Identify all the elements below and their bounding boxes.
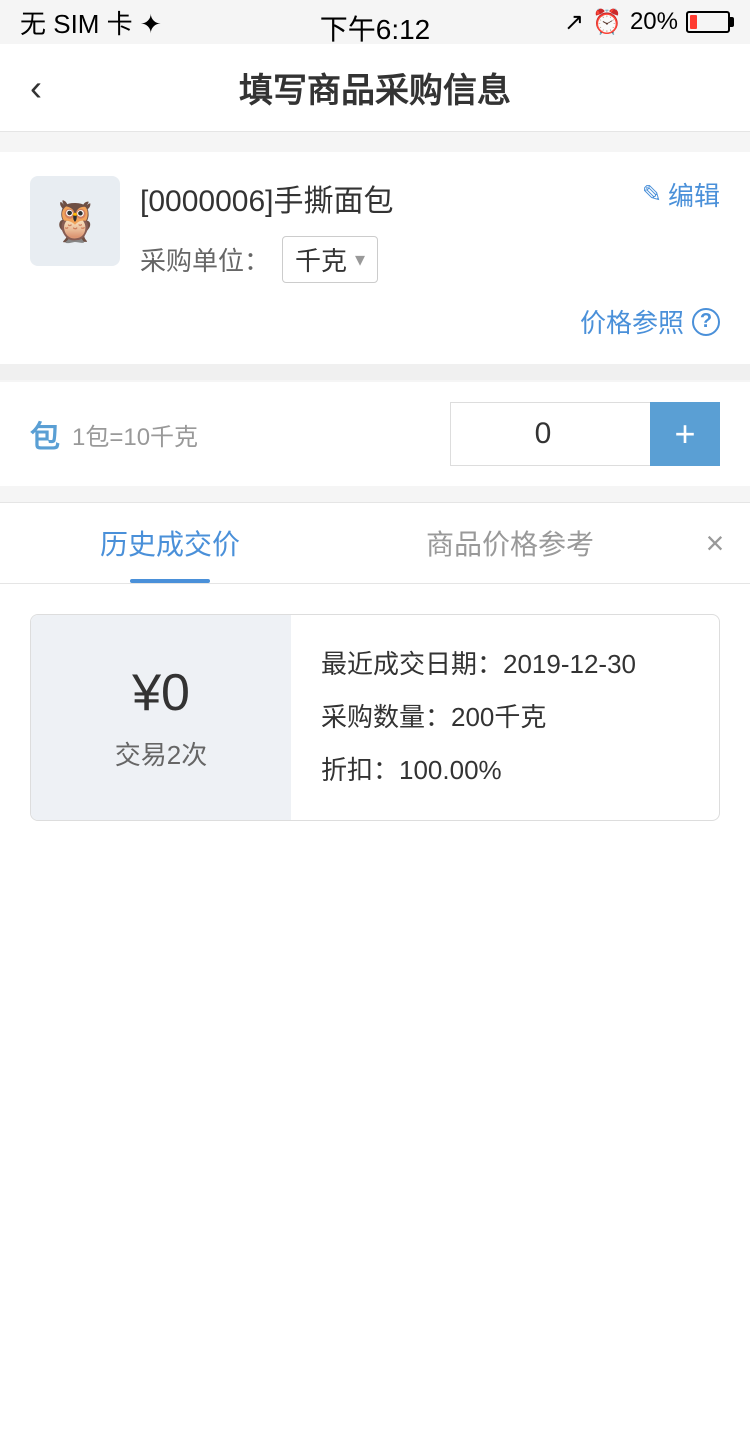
product-logo-icon: 🦉	[50, 198, 100, 245]
edit-button[interactable]: ✎ 编辑	[642, 176, 720, 213]
price-card-left: ¥0 交易2次	[31, 615, 291, 820]
battery-icon	[686, 11, 730, 33]
battery-percent: 20%	[630, 8, 678, 36]
bottom-panel: 历史成交价 商品价格参考 × ¥0 交易2次 最近成交日期：2019-12-30	[0, 502, 750, 851]
chevron-down-icon: ▾	[355, 247, 365, 272]
info-icon[interactable]: ?	[692, 308, 720, 336]
price-value: ¥0	[132, 663, 190, 723]
purchase-qty-label: 采购数量：	[321, 702, 451, 732]
product-info: [0000006]手撕面包 采购单位： 千克 ▾	[140, 176, 642, 283]
purchase-qty-value: 200千克	[451, 702, 546, 732]
purchase-qty-row: 采购数量：200千克	[321, 698, 689, 737]
section-divider	[0, 364, 750, 380]
price-ref-row: 价格参照 ?	[30, 303, 720, 340]
price-ref-link[interactable]: 价格参照	[580, 303, 684, 340]
quantity-row: 包 1包=10千克 +	[30, 382, 720, 486]
sim-status: 无 SIM 卡 ✦	[20, 4, 162, 41]
back-button[interactable]: ‹	[20, 57, 52, 119]
nav-bar: ‹ 填写商品采购信息	[0, 44, 750, 132]
product-card: 🦉 [0000006]手撕面包 采购单位： 千克 ▾ ✎ 编辑 价格参照 ?	[0, 152, 750, 364]
quantity-right: +	[450, 402, 720, 466]
quantity-input[interactable]	[451, 417, 650, 451]
unit-value: 千克	[295, 241, 347, 278]
edit-label: 编辑	[668, 176, 720, 213]
trade-count: 交易2次	[115, 735, 207, 772]
quantity-left: 包 1包=10千克	[30, 412, 198, 456]
tab-bar: 历史成交价 商品价格参考 ×	[0, 503, 750, 584]
tab-close-button[interactable]: ×	[680, 503, 750, 583]
main-content-area	[0, 851, 750, 1451]
product-unit-row: 采购单位： 千克 ▾	[140, 236, 642, 283]
page-title: 填写商品采购信息	[239, 63, 511, 112]
nav-arrow-icon: ↗	[564, 8, 584, 37]
quantity-add-button[interactable]: +	[650, 402, 720, 466]
close-icon: ×	[706, 525, 725, 562]
recent-date-value: 2019-12-30	[503, 649, 636, 679]
package-unit-info: 1包=10千克	[72, 417, 198, 452]
battery-fill	[690, 15, 697, 29]
tab-history-price-label: 历史成交价	[100, 523, 240, 563]
product-header: 🦉 [0000006]手撕面包 采购单位： 千克 ▾ ✎ 编辑	[30, 176, 720, 283]
product-name: [0000006]手撕面包	[140, 176, 642, 220]
recent-date-label: 最近成交日期：	[321, 649, 503, 679]
discount-label: 折扣：	[321, 755, 399, 785]
unit-label: 采购单位：	[140, 241, 270, 278]
unit-selector[interactable]: 千克 ▾	[282, 236, 378, 283]
edit-icon: ✎	[642, 180, 662, 209]
status-bar: 无 SIM 卡 ✦ 下午6:12 ↗ ⏰ 20%	[0, 0, 750, 44]
alarm-icon: ⏰	[592, 8, 622, 37]
status-right: ↗ ⏰ 20%	[564, 8, 730, 37]
quantity-section: 包 1包=10千克 +	[0, 382, 750, 486]
product-thumbnail: 🦉	[30, 176, 120, 266]
discount-value: 100.00%	[399, 755, 502, 785]
status-left: 无 SIM 卡 ✦	[20, 4, 162, 41]
quantity-input-wrapper	[450, 402, 650, 466]
discount-row: 折扣：100.00%	[321, 751, 689, 790]
price-card-right: 最近成交日期：2019-12-30 采购数量：200千克 折扣：100.00%	[291, 615, 719, 820]
currency-symbol: ¥	[132, 664, 161, 722]
price-card: ¥0 交易2次 最近成交日期：2019-12-30 采购数量：200千克 折扣：…	[30, 614, 720, 821]
history-price-content: ¥0 交易2次 最近成交日期：2019-12-30 采购数量：200千克 折扣：…	[0, 584, 750, 851]
tab-product-price-ref[interactable]: 商品价格参考	[340, 503, 680, 583]
recent-date-row: 最近成交日期：2019-12-30	[321, 645, 689, 684]
package-icon: 包	[30, 412, 60, 456]
product-left: 🦉 [0000006]手撕面包 采购单位： 千克 ▾	[30, 176, 642, 283]
price-amount: 0	[161, 664, 190, 722]
status-time: 下午6:12	[320, 8, 431, 48]
tab-product-price-ref-label: 商品价格参考	[426, 523, 594, 563]
tab-history-price[interactable]: 历史成交价	[0, 503, 340, 583]
